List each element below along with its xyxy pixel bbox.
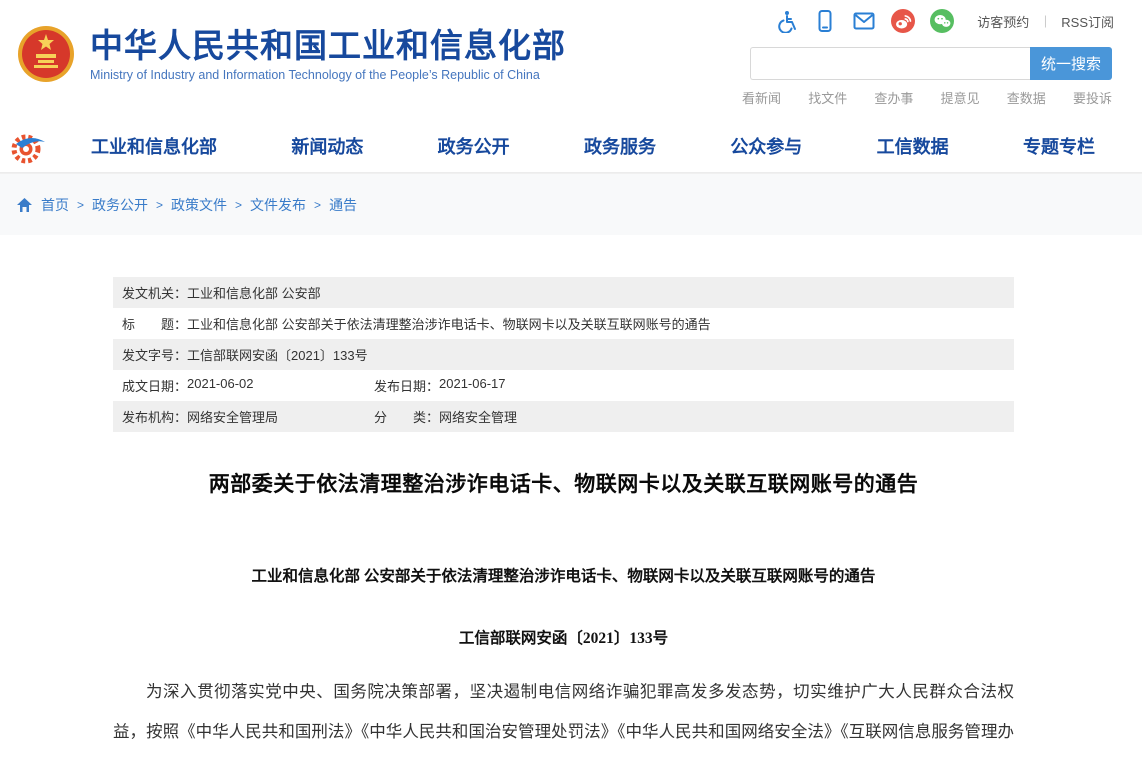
meta-value: 网络安全管理局: [187, 410, 279, 425]
nav-item-gov-services[interactable]: 政务服务: [584, 133, 656, 159]
meta-row-doc-number: 发文字号： 工信部联网安函〔2021〕133号: [113, 339, 1014, 370]
unified-search-input[interactable]: [750, 47, 1030, 80]
mail-icon[interactable]: [852, 9, 876, 33]
site-brand[interactable]: 中华人民共和国工业和信息化部 Ministry of Industry and …: [16, 24, 566, 84]
quick-link-data[interactable]: 查数据: [1007, 88, 1046, 107]
breadcrumb-separator: >: [156, 198, 164, 212]
meta-label: 发文字号：: [122, 348, 188, 363]
document-number: 工信部联网安函〔2021〕133号: [458, 630, 669, 647]
quick-link-suggestions[interactable]: 提意见: [941, 88, 980, 107]
breadcrumb-policy-files[interactable]: 政策文件: [171, 195, 227, 215]
document-paragraph: 为深入贯彻落实党中央、国务院决策部署，坚决遏制电信网络诈骗犯罪高发多发态势，切实…: [113, 682, 1014, 741]
quick-link-news[interactable]: 看新闻: [742, 88, 781, 107]
meta-cell: 发布机构： 网络安全管理局: [122, 407, 374, 426]
meta-value: 工信部联网安函〔2021〕133号: [187, 348, 368, 363]
breadcrumb-separator: >: [77, 198, 85, 212]
mobile-icon[interactable]: [813, 9, 837, 33]
brand-text-block: 中华人民共和国工业和信息化部 Ministry of Industry and …: [90, 26, 566, 83]
home-icon[interactable]: [16, 197, 33, 213]
breadcrumb-separator: >: [314, 198, 322, 212]
visitor-appointment-link[interactable]: 访客预约: [977, 12, 1029, 31]
meta-label: 发布机构：: [122, 410, 188, 425]
meta-value: 2021-06-17: [439, 376, 506, 391]
breadcrumb-separator: >: [235, 198, 243, 212]
meta-value: 2021-06-02: [187, 376, 254, 391]
meta-cell: 发文字号： 工信部联网安函〔2021〕133号: [122, 345, 368, 364]
breadcrumb-band: 首页 > 政务公开 > 政策文件 > 文件发布 > 通告: [0, 173, 1142, 235]
nav-item-gov-disclosure[interactable]: 政务公开: [438, 133, 510, 159]
site-subtitle: Ministry of Industry and Information Tec…: [90, 68, 540, 83]
meta-row-publisher: 发布机构： 网络安全管理局 分 类： 网络安全管理: [113, 401, 1014, 432]
nav-item-miit[interactable]: 工业和信息化部: [91, 133, 217, 159]
meta-value: 网络安全管理: [439, 410, 518, 425]
document-title: 两部委关于依法清理整治涉诈电话卡、物联网卡以及关联互联网账号的通告: [208, 473, 919, 496]
site-title: 中华人民共和国工业和信息化部: [90, 26, 566, 64]
quick-links: 看新闻 找文件 查办事 提意见 查数据 要投诉: [742, 88, 1112, 107]
quick-link-files[interactable]: 找文件: [808, 88, 847, 107]
site-header: 中华人民共和国工业和信息化部 Ministry of Industry and …: [0, 0, 1142, 120]
nav-item-public-participation[interactable]: 公众参与: [730, 133, 802, 159]
breadcrumb-notice[interactable]: 通告: [329, 195, 357, 215]
meta-row-title: 标 题： 工业和信息化部 公安部关于依法清理整治涉诈电话卡、物联网卡以及关联互联…: [113, 308, 1014, 339]
wechat-icon[interactable]: [930, 9, 955, 33]
breadcrumb-home[interactable]: 首页: [41, 195, 69, 215]
meta-label: 标 题：: [122, 317, 188, 332]
meta-cell: 标 题： 工业和信息化部 公安部关于依法清理整治涉诈电话卡、物联网卡以及关联互联…: [122, 314, 711, 333]
search-bar: 统一搜索: [750, 47, 1112, 80]
unified-search-button[interactable]: 统一搜索: [1030, 47, 1112, 80]
main-nav: 工业和信息化部 新闻动态 政务公开 政务服务 公众参与 工信数据 专题专栏: [0, 120, 1142, 173]
accessibility-icon[interactable]: [774, 9, 798, 33]
quick-link-services[interactable]: 查办事: [874, 88, 913, 107]
meta-cell: 成文日期： 2021-06-02: [122, 376, 374, 395]
breadcrumb-gov-disclosure[interactable]: 政务公开: [92, 195, 148, 215]
meta-label: 发文机关：: [122, 286, 188, 301]
weibo-icon[interactable]: [891, 9, 916, 33]
quick-link-complaints[interactable]: 要投诉: [1073, 88, 1112, 107]
meta-label: 成文日期：: [122, 379, 188, 394]
document-area: 发文机关： 工业和信息化部 公安部 标 题： 工业和信息化部 公安部关于依法清理…: [113, 235, 1014, 759]
meta-cell: 分 类： 网络安全管理: [374, 407, 517, 426]
meta-value: 工业和信息化部 公安部: [187, 286, 321, 301]
meta-cell: 发文机关： 工业和信息化部 公安部: [122, 283, 321, 302]
utility-links: 访客预约 ｜ RSS订阅: [977, 12, 1114, 31]
national-emblem-icon: [18, 26, 74, 82]
meta-row-dates: 成文日期： 2021-06-02 发布日期： 2021-06-17: [113, 370, 1014, 401]
meta-cell: 发布日期： 2021-06-17: [374, 376, 506, 395]
meta-label: 发布日期：: [374, 379, 440, 394]
utility-separator: ｜: [1039, 14, 1052, 29]
breadcrumb-file-release[interactable]: 文件发布: [250, 195, 306, 215]
gear-e-logo-icon[interactable]: [10, 127, 50, 167]
document-meta-table: 发文机关： 工业和信息化部 公安部 标 题： 工业和信息化部 公安部关于依法清理…: [113, 277, 1014, 432]
nav-item-news[interactable]: 新闻动态: [291, 133, 363, 159]
meta-label: 分 类：: [374, 410, 440, 425]
rss-subscribe-link[interactable]: RSS订阅: [1061, 12, 1114, 31]
breadcrumb: 首页 > 政务公开 > 政策文件 > 文件发布 > 通告: [16, 195, 1142, 215]
meta-row-issuing-agency: 发文机关： 工业和信息化部 公安部: [113, 277, 1014, 308]
nav-items: 工业和信息化部 新闻动态 政务公开 政务服务 公众参与 工信数据 专题专栏: [91, 133, 1095, 159]
nav-item-miit-data[interactable]: 工信数据: [877, 133, 949, 159]
meta-value: 工业和信息化部 公安部关于依法清理整治涉诈电话卡、物联网卡以及关联互联网账号的通…: [187, 317, 711, 332]
utility-bar: 访客预约 ｜ RSS订阅: [774, 6, 1114, 36]
document-subtitle: 工业和信息化部 公安部关于依法清理整治涉诈电话卡、物联网卡以及关联互联网账号的通…: [251, 568, 876, 585]
nav-item-special-topics[interactable]: 专题专栏: [1023, 133, 1095, 159]
